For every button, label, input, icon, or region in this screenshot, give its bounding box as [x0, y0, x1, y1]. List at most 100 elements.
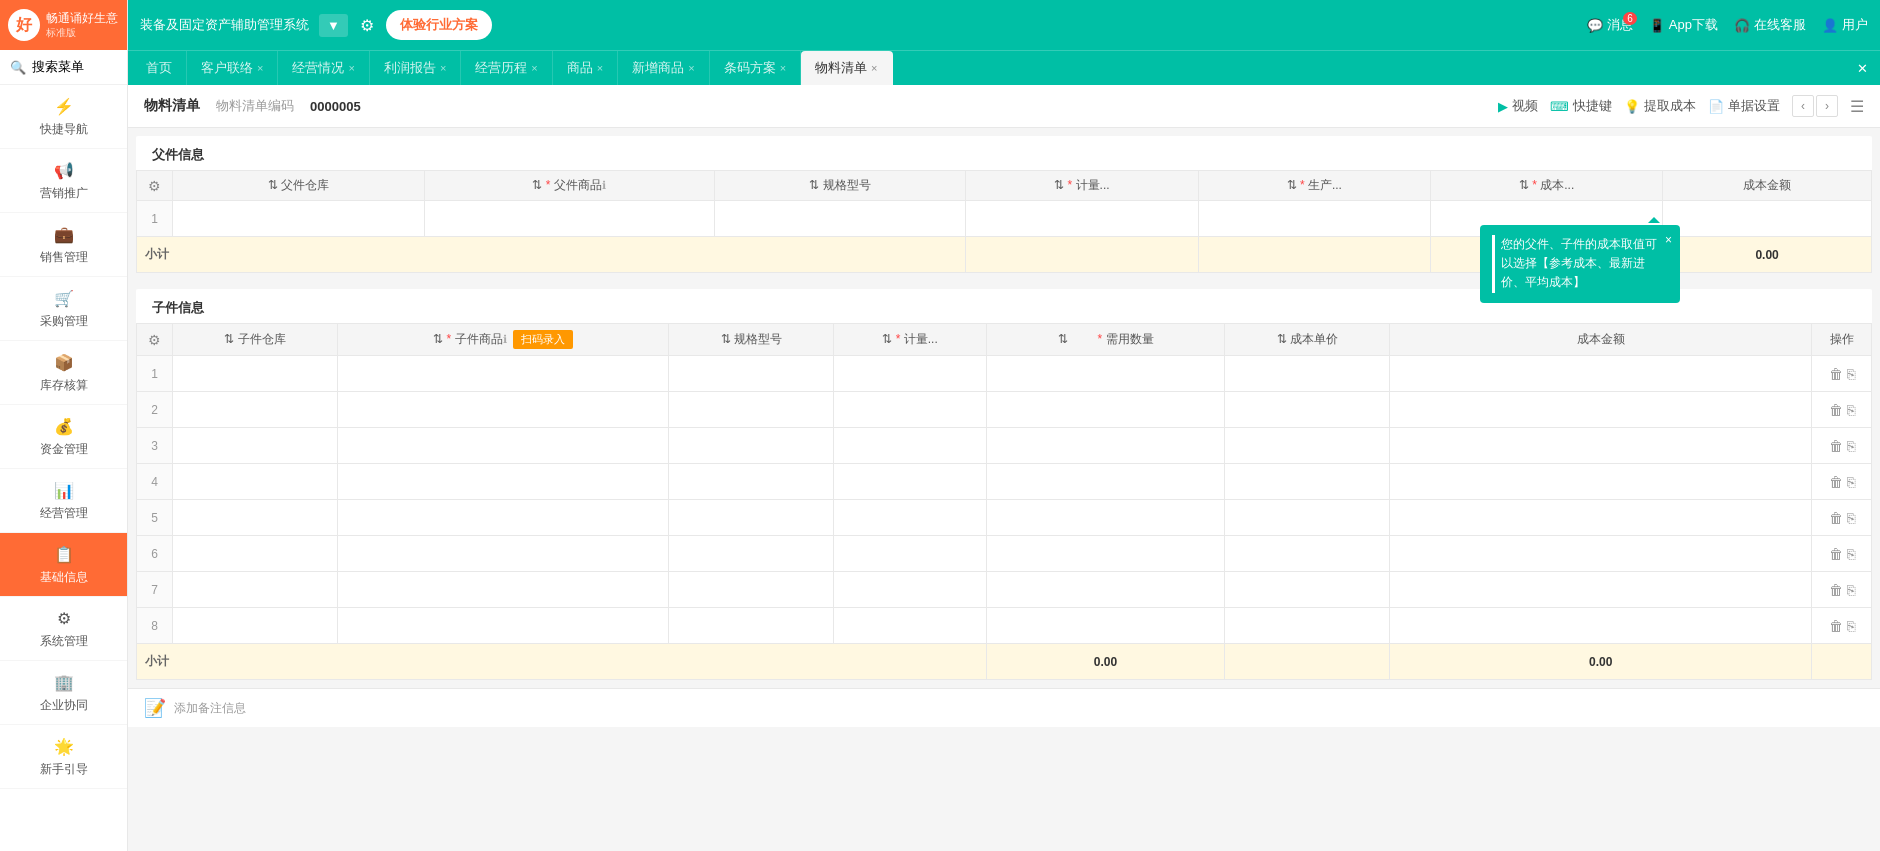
shortcut-action[interactable]: ⌨ 快捷键 [1550, 97, 1612, 115]
tab-goods[interactable]: 商品 × [553, 51, 618, 85]
child-row-5-unit-cost[interactable] [1225, 500, 1390, 536]
single-settings-action[interactable]: 📄 单据设置 [1708, 97, 1780, 115]
child-row-8-amount[interactable] [1390, 608, 1812, 644]
child-row-1-unit-cost[interactable] [1225, 356, 1390, 392]
prev-arrow[interactable]: ‹ [1792, 95, 1814, 117]
user-item[interactable]: 👤 用户 [1822, 16, 1868, 34]
copy-row-icon[interactable]: ⎘ [1847, 438, 1855, 454]
child-needed-sort[interactable]: ⇅ [1058, 332, 1068, 346]
child-col-gear[interactable]: ⚙ [137, 324, 173, 356]
sidebar-item-inventory[interactable]: 📦 库存核算 [0, 341, 127, 405]
tab-history[interactable]: 经营历程 × [461, 51, 552, 85]
tab-profit[interactable]: 利润报告 × [370, 51, 461, 85]
extract-cost-action[interactable]: 💡 提取成本 [1624, 97, 1696, 115]
child-row-5-quantity[interactable] [834, 500, 987, 536]
trial-button[interactable]: 体验行业方案 [386, 10, 492, 40]
child-row-5-needed[interactable] [986, 500, 1224, 536]
sidebar-item-system[interactable]: ⚙ 系统管理 [0, 597, 127, 661]
copy-row-icon[interactable]: ⎘ [1847, 366, 1855, 382]
child-row-3-warehouse[interactable] [173, 428, 338, 464]
settings-icon[interactable]: ⚙ [352, 12, 382, 39]
parent-row-1-quantity[interactable] [966, 201, 1198, 237]
child-row-3-product[interactable] [338, 428, 669, 464]
child-row-7-spec[interactable] [669, 572, 834, 608]
tab-operations-status-close[interactable]: × [348, 62, 354, 74]
child-row-4-warehouse[interactable] [173, 464, 338, 500]
child-row-6-warehouse[interactable] [173, 536, 338, 572]
child-row-7-unit-cost[interactable] [1225, 572, 1390, 608]
child-row-2-spec[interactable] [669, 392, 834, 428]
child-row-5-warehouse[interactable] [173, 500, 338, 536]
sidebar-item-enterprise[interactable]: 🏢 企业协同 [0, 661, 127, 725]
child-row-6-needed[interactable] [986, 536, 1224, 572]
tab-history-close[interactable]: × [531, 62, 537, 74]
parent-row-1-production[interactable] [1198, 201, 1430, 237]
sidebar-item-marketing[interactable]: 📢 营销推广 [0, 149, 127, 213]
parent-warehouse-sort[interactable]: ⇅ [268, 178, 278, 192]
parent-cost-sort[interactable]: ⇅ [1519, 178, 1529, 192]
child-row-7-product[interactable] [338, 572, 669, 608]
child-row-2-unit-cost[interactable] [1225, 392, 1390, 428]
app-download-item[interactable]: 📱 App下载 [1649, 16, 1718, 34]
child-row-2-quantity[interactable] [834, 392, 987, 428]
tab-barcode[interactable]: 条码方案 × [710, 51, 801, 85]
child-row-3-spec[interactable] [669, 428, 834, 464]
child-row-1-amount[interactable] [1390, 356, 1812, 392]
child-row-2-product[interactable] [338, 392, 669, 428]
message-item[interactable]: 💬 消息 6 [1587, 16, 1633, 34]
child-row-4-needed[interactable] [986, 464, 1224, 500]
delete-row-icon[interactable]: 🗑 [1829, 474, 1843, 490]
tab-bom[interactable]: 物料清单 × [801, 51, 892, 85]
parent-product-sort[interactable]: ⇅ [532, 178, 542, 192]
child-row-5-product[interactable] [338, 500, 669, 536]
delete-row-icon[interactable]: 🗑 [1829, 618, 1843, 634]
child-row-8-needed[interactable] [986, 608, 1224, 644]
child-row-7-amount[interactable] [1390, 572, 1812, 608]
child-row-6-amount[interactable] [1390, 536, 1812, 572]
tab-goods-close[interactable]: × [597, 62, 603, 74]
copy-row-icon[interactable]: ⎘ [1847, 402, 1855, 418]
child-row-6-quantity[interactable] [834, 536, 987, 572]
sidebar-item-purchase[interactable]: 🛒 采购管理 [0, 277, 127, 341]
child-warehouse-sort[interactable]: ⇅ [224, 332, 234, 346]
child-row-3-needed[interactable] [986, 428, 1224, 464]
child-row-3-unit-cost[interactable] [1225, 428, 1390, 464]
child-row-5-spec[interactable] [669, 500, 834, 536]
tab-operations-status[interactable]: 经营情况 × [278, 51, 369, 85]
child-row-8-warehouse[interactable] [173, 608, 338, 644]
child-row-6-product[interactable] [338, 536, 669, 572]
child-qty-sort[interactable]: ⇅ [882, 332, 892, 346]
child-row-7-quantity[interactable] [834, 572, 987, 608]
sidebar-item-basics[interactable]: 📋 基础信息 [0, 533, 127, 597]
child-row-7-warehouse[interactable] [173, 572, 338, 608]
child-spec-sort[interactable]: ⇅ [721, 332, 731, 346]
tab-add-goods[interactable]: 新增商品 × [618, 51, 709, 85]
parent-row-1-warehouse[interactable] [173, 201, 425, 237]
parent-qty-sort[interactable]: ⇅ [1054, 178, 1064, 192]
child-product-sort[interactable]: ⇅ [433, 332, 443, 346]
child-row-1-spec[interactable] [669, 356, 834, 392]
child-row-7-needed[interactable] [986, 572, 1224, 608]
sidebar-item-sales[interactable]: 💼 销售管理 [0, 213, 127, 277]
child-row-3-amount[interactable] [1390, 428, 1812, 464]
child-row-8-product[interactable] [338, 608, 669, 644]
child-row-8-spec[interactable] [669, 608, 834, 644]
parent-row-1-spec[interactable] [714, 201, 966, 237]
copy-row-icon[interactable]: ⎘ [1847, 618, 1855, 634]
child-row-2-needed[interactable] [986, 392, 1224, 428]
copy-row-icon[interactable]: ⎘ [1847, 474, 1855, 490]
tab-customer[interactable]: 客户联络 × [187, 51, 278, 85]
child-row-2-warehouse[interactable] [173, 392, 338, 428]
child-row-4-product[interactable] [338, 464, 669, 500]
child-row-2-amount[interactable] [1390, 392, 1812, 428]
tab-home[interactable]: 首页 [132, 51, 187, 85]
view-video-action[interactable]: ▶ 视频 [1498, 97, 1538, 115]
copy-row-icon[interactable]: ⎘ [1847, 546, 1855, 562]
tab-customer-close[interactable]: × [257, 62, 263, 74]
delete-row-icon[interactable]: 🗑 [1829, 510, 1843, 526]
child-row-4-amount[interactable] [1390, 464, 1812, 500]
child-row-4-quantity[interactable] [834, 464, 987, 500]
child-row-5-amount[interactable] [1390, 500, 1812, 536]
online-service-item[interactable]: 🎧 在线客服 [1734, 16, 1806, 34]
copy-row-icon[interactable]: ⎘ [1847, 510, 1855, 526]
